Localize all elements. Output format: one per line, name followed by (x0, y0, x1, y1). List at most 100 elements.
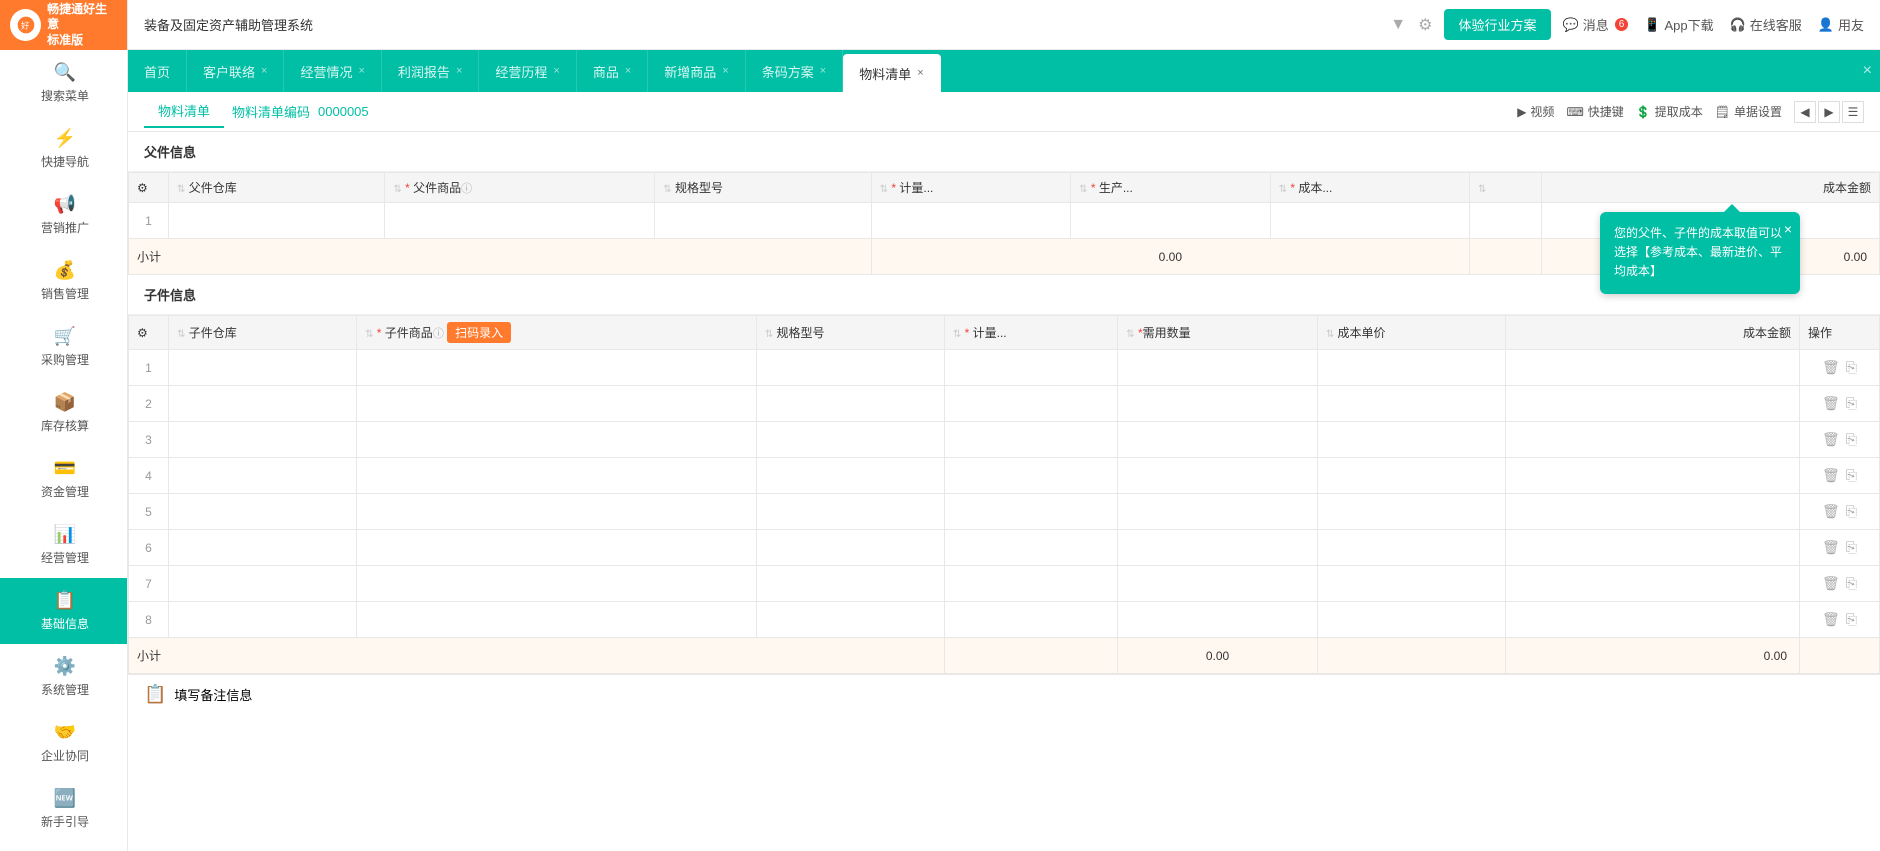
shortcut-action[interactable]: ⌨ 快捷键 (1566, 103, 1623, 120)
parent-th-setting[interactable]: ⚙ (129, 173, 169, 203)
dropdown-icon[interactable]: ▼ (1390, 16, 1406, 34)
menu-btn[interactable]: ☰ (1842, 101, 1864, 123)
tab-goods-close[interactable]: × (625, 65, 631, 77)
delete-icon[interactable]: 🗑 (1822, 575, 1840, 592)
parent-row-1-goods[interactable] (385, 203, 655, 239)
parent-row-1-spec[interactable] (655, 203, 871, 239)
tab-customer-close[interactable]: × (261, 65, 267, 77)
child-row-unit[interactable] (944, 602, 1117, 638)
sidebar-item-quicknav[interactable]: ⚡ 快捷导航 (0, 116, 127, 182)
child-row-unit-cost[interactable] (1317, 350, 1505, 386)
child-row-warehouse[interactable] (169, 350, 357, 386)
sidebar-item-inventory[interactable]: 📦 库存核算 (0, 380, 127, 446)
delete-icon[interactable]: 🗑 (1822, 395, 1840, 412)
delete-icon[interactable]: 🗑 (1822, 539, 1840, 556)
child-row-warehouse[interactable] (169, 602, 357, 638)
child-row-spec[interactable] (756, 566, 944, 602)
child-row-unit[interactable] (944, 494, 1117, 530)
child-row-spec[interactable] (756, 458, 944, 494)
tab-customer[interactable]: 客户联络 × (187, 50, 284, 92)
child-row-goods[interactable] (357, 350, 757, 386)
child-row-unit-cost[interactable] (1317, 494, 1505, 530)
child-row-spec[interactable] (756, 494, 944, 530)
child-row-goods[interactable] (357, 566, 757, 602)
child-row-spec[interactable] (756, 602, 944, 638)
video-action[interactable]: ▶ 视频 (1517, 103, 1554, 120)
sidebar-item-system[interactable]: ⚙️ 系统管理 (0, 644, 127, 710)
child-row-warehouse[interactable] (169, 422, 357, 458)
close-all-tabs-btn[interactable]: × (1855, 62, 1880, 80)
prev-arrow[interactable]: ◀ (1794, 101, 1816, 123)
sidebar-item-sales[interactable]: 💰 销售管理 (0, 248, 127, 314)
delete-icon[interactable]: 🗑 (1822, 611, 1840, 628)
child-row-spec[interactable] (756, 422, 944, 458)
copy-icon[interactable]: ⎘ (1846, 431, 1857, 448)
delete-icon[interactable]: 🗑 (1822, 431, 1840, 448)
cost-action[interactable]: 💲 提取成本 (1636, 103, 1703, 120)
online-service-action[interactable]: 🎧 在线客服 (1730, 15, 1802, 34)
child-row-unit-cost[interactable] (1317, 566, 1505, 602)
settings-icon[interactable]: ⚙ (1418, 15, 1432, 35)
trial-button[interactable]: 体验行业方案 (1444, 9, 1550, 40)
child-row-unit[interactable] (944, 422, 1117, 458)
parent-row-1-cost[interactable] (1270, 203, 1469, 239)
child-row-goods[interactable] (357, 422, 757, 458)
app-download-action[interactable]: 📱 App下载 (1644, 15, 1713, 34)
child-row-spec[interactable] (756, 386, 944, 422)
parent-row-1-production[interactable] (1071, 203, 1270, 239)
tab-bom[interactable]: 物料清单 × (843, 54, 940, 92)
child-row-warehouse[interactable] (169, 458, 357, 494)
sidebar-item-guide[interactable]: 🆕 新手引导 (0, 776, 127, 842)
sidebar-item-operation[interactable]: 📊 经营管理 (0, 512, 127, 578)
child-row-goods[interactable] (357, 458, 757, 494)
child-th-setting[interactable]: ⚙ (129, 316, 169, 350)
sidebar-item-finance[interactable]: 💳 资金管理 (0, 446, 127, 512)
tab-new-goods[interactable]: 新增商品 × (648, 50, 745, 92)
child-row-quantity[interactable] (1118, 494, 1318, 530)
next-arrow[interactable]: ▶ (1818, 101, 1840, 123)
tab-barcode[interactable]: 条码方案 × (746, 50, 843, 92)
child-row-warehouse[interactable] (169, 566, 357, 602)
copy-icon[interactable]: ⎘ (1846, 503, 1857, 520)
child-row-unit[interactable] (944, 566, 1117, 602)
copy-icon[interactable]: ⎘ (1846, 611, 1857, 628)
child-row-quantity[interactable] (1118, 566, 1318, 602)
tab-profit-report[interactable]: 利润报告 × (382, 50, 479, 92)
sidebar-item-search[interactable]: 🔍 搜索菜单 (0, 50, 127, 116)
tab-home[interactable]: 首页 (128, 50, 187, 92)
child-row-unit-cost[interactable] (1317, 458, 1505, 494)
copy-icon[interactable]: ⎘ (1846, 575, 1857, 592)
child-row-warehouse[interactable] (169, 494, 357, 530)
delete-icon[interactable]: 🗑 (1822, 503, 1840, 520)
sidebar-item-purchase[interactable]: 🛒 采购管理 (0, 314, 127, 380)
child-row-unit[interactable] (944, 458, 1117, 494)
tab-operation-history-close[interactable]: × (553, 65, 559, 77)
copy-icon[interactable]: ⎘ (1846, 395, 1857, 412)
delete-icon[interactable]: 🗑 (1822, 359, 1840, 376)
child-row-quantity[interactable] (1118, 530, 1318, 566)
message-action[interactable]: 💬 消息 6 (1563, 15, 1629, 34)
child-row-quantity[interactable] (1118, 386, 1318, 422)
tab-operation-status-close[interactable]: × (358, 65, 364, 77)
tooltip-close-btn[interactable]: × (1784, 218, 1792, 240)
child-row-unit-cost[interactable] (1317, 602, 1505, 638)
child-row-spec[interactable] (756, 530, 944, 566)
child-row-goods[interactable] (357, 602, 757, 638)
child-row-unit[interactable] (944, 386, 1117, 422)
child-row-quantity[interactable] (1118, 350, 1318, 386)
tab-barcode-close[interactable]: × (820, 65, 826, 77)
child-row-quantity[interactable] (1118, 458, 1318, 494)
tab-operation-status[interactable]: 经营情况 × (284, 50, 381, 92)
parent-row-1-warehouse[interactable] (169, 203, 385, 239)
tab-new-goods-close[interactable]: × (722, 65, 728, 77)
receipt-settings-action[interactable]: 🗒 单据设置 (1715, 103, 1782, 120)
user-action[interactable]: 👤 用友 (1818, 15, 1864, 34)
child-row-warehouse[interactable] (169, 386, 357, 422)
child-row-warehouse[interactable] (169, 530, 357, 566)
sidebar-item-corp[interactable]: 🤝 企业协同 (0, 710, 127, 776)
sub-tab-list[interactable]: 物料清单 (144, 95, 224, 128)
copy-icon[interactable]: ⎘ (1846, 467, 1857, 484)
child-row-spec[interactable] (756, 350, 944, 386)
child-row-unit-cost[interactable] (1317, 422, 1505, 458)
tab-goods[interactable]: 商品 × (577, 50, 648, 92)
